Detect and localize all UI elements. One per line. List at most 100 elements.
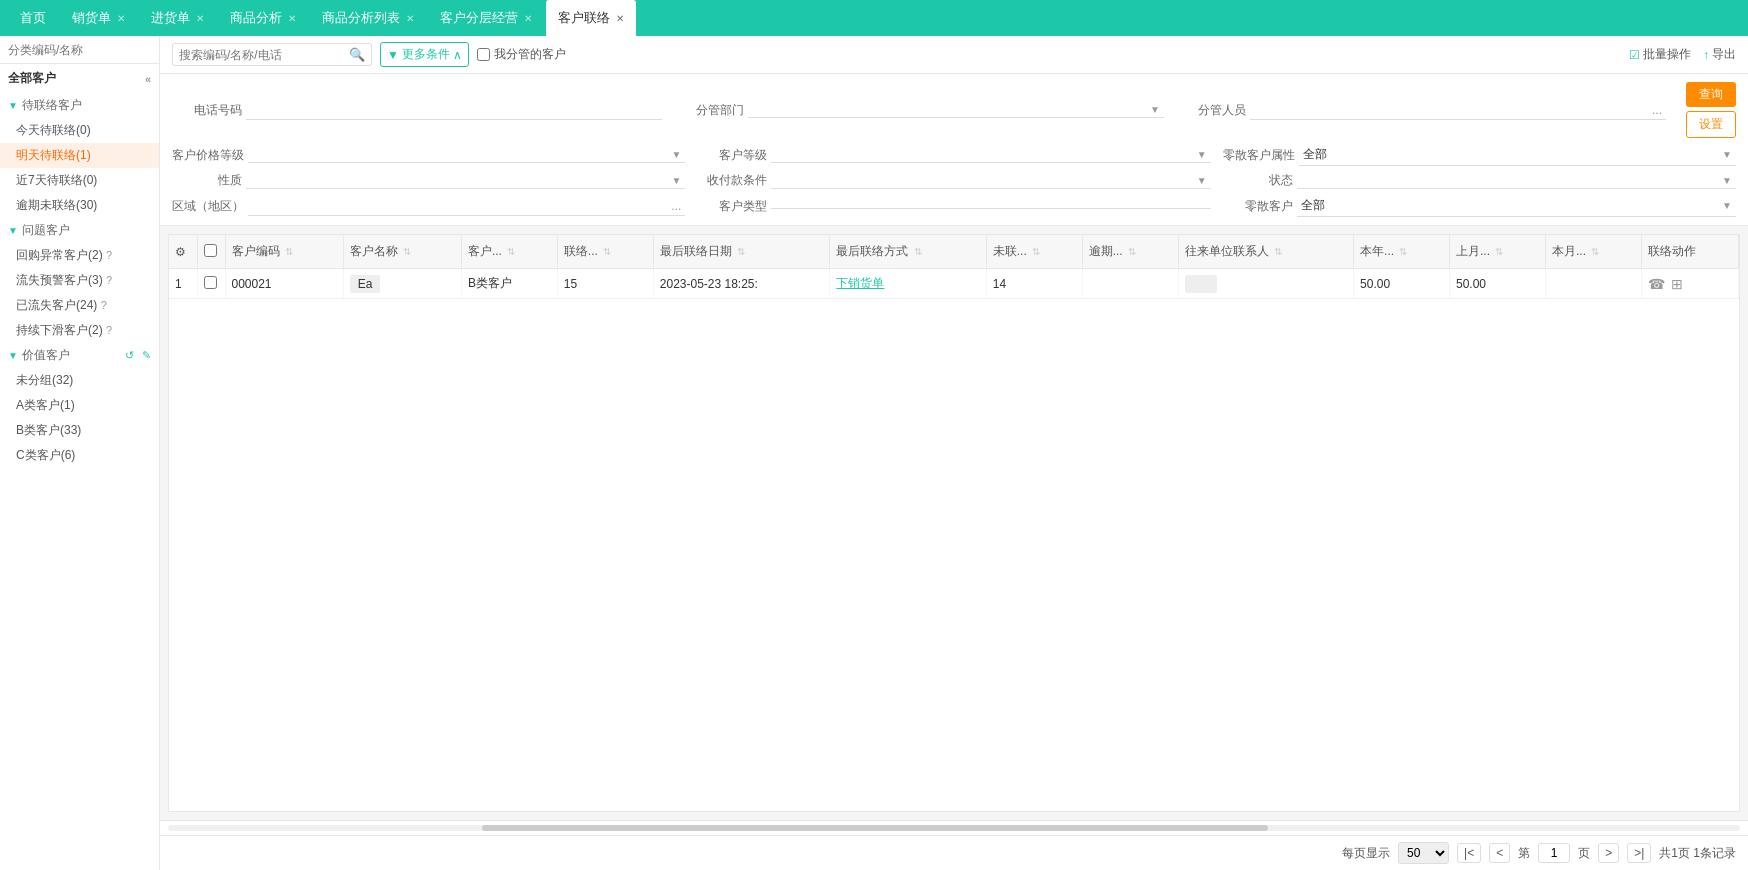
query-button[interactable]: 查询 xyxy=(1686,82,1736,107)
filter-retail-customer: 零散客户 全部 ▼ xyxy=(1223,195,1736,217)
nav-sales-close[interactable]: ✕ xyxy=(117,13,125,24)
export-button[interactable]: ↑ 导出 xyxy=(1703,46,1736,63)
scroll-thumb[interactable] xyxy=(482,825,1268,831)
nav-purchase-close[interactable]: ✕ xyxy=(196,13,204,24)
per-page-select[interactable]: 50 100 200 xyxy=(1398,842,1449,864)
my-customer-checkbox-area[interactable]: 我分管的客户 xyxy=(477,46,566,63)
row-unit-contact-masked xyxy=(1185,275,1217,293)
prev-page-btn[interactable]: < xyxy=(1489,843,1510,863)
filter-customer-type-select[interactable] xyxy=(771,204,1210,209)
filter-region-select[interactable]: ... xyxy=(248,197,685,216)
nav-sales[interactable]: 销货单 ✕ xyxy=(60,0,137,36)
scroll-track[interactable] xyxy=(168,825,1740,831)
row-last-method: 下销货单 xyxy=(830,269,986,299)
more-filter-button[interactable]: ▼ 更多条件 ∧ xyxy=(380,42,469,67)
nav-goods-analysis-close[interactable]: ✕ xyxy=(288,13,296,24)
sidebar-item-churned[interactable]: 已流失客户(24) ? xyxy=(0,293,159,318)
row-index: 1 xyxy=(169,269,197,299)
page-label: 第 xyxy=(1518,845,1530,862)
pending-group[interactable]: ▼ 待联络客户 xyxy=(0,93,159,118)
last-page-btn[interactable]: >| xyxy=(1627,843,1651,863)
filter-retail-customer-arrow: ▼ xyxy=(1722,200,1732,211)
filter-dept-arrow: ▼ xyxy=(1150,104,1160,115)
filter-retail-attr-arrow: ▼ xyxy=(1722,149,1732,160)
sidebar-item-overdue[interactable]: 逾期未联络(30) xyxy=(0,193,159,218)
collapse-icon: « xyxy=(145,73,151,85)
nav-customer-tier-close[interactable]: ✕ xyxy=(524,13,532,24)
sidebar-item-declining[interactable]: 持续下滑客户(2) ? xyxy=(0,318,159,343)
action-call-icon[interactable]: ☎ xyxy=(1648,276,1665,292)
set-button[interactable]: 设置 xyxy=(1686,111,1736,138)
filter-payment-arrow: ▼ xyxy=(1197,175,1207,186)
filter-status-select[interactable]: ▼ xyxy=(1297,173,1736,189)
nav-customer-contact[interactable]: 客户联络 ✕ xyxy=(546,0,636,36)
horizontal-scrollbar xyxy=(160,820,1748,835)
filter-status-arrow: ▼ xyxy=(1722,175,1732,186)
filter-dept-select[interactable]: ▼ xyxy=(748,102,1164,118)
sidebar-item-churn-warning[interactable]: 流失预警客户(3) ? xyxy=(0,268,159,293)
filter-icon: ▼ xyxy=(387,48,399,62)
filter-gender-select[interactable]: ▼ xyxy=(246,173,685,189)
sidebar-item-class-c[interactable]: C类客户(6) xyxy=(0,443,159,468)
problem-group[interactable]: ▼ 问题客户 xyxy=(0,218,159,243)
sidebar-item-week-pending[interactable]: 近7天待联络(0) xyxy=(0,168,159,193)
nav-purchase[interactable]: 进货单 ✕ xyxy=(139,0,216,36)
sidebar-search-input[interactable] xyxy=(8,43,158,57)
action-grid-icon[interactable]: ⊞ xyxy=(1671,276,1683,292)
all-customers-title[interactable]: 全部客户 « xyxy=(0,64,159,93)
nav-goods-analysis-list-close[interactable]: ✕ xyxy=(406,13,414,24)
toolbar-search-input[interactable] xyxy=(179,48,349,62)
filter-retail-customer-value: 全部 xyxy=(1301,197,1325,214)
filter-person-ellipsis[interactable]: ... xyxy=(1652,103,1662,117)
next-page-btn[interactable]: > xyxy=(1598,843,1619,863)
row-checkbox[interactable] xyxy=(204,276,217,289)
filter-region-ellipsis[interactable]: ... xyxy=(671,199,681,213)
nav-purchase-label: 进货单 xyxy=(151,9,190,27)
nav-goods-analysis-list[interactable]: 商品分析列表 ✕ xyxy=(310,0,426,36)
col-customer-type: 客户... ⇅ xyxy=(461,235,557,269)
filter-payment-select[interactable]: ▼ xyxy=(771,173,1210,189)
nav-goods-analysis-label: 商品分析 xyxy=(230,9,282,27)
my-customer-checkbox[interactable] xyxy=(477,48,490,61)
filter-retail-attr-select[interactable]: 全部 ▼ xyxy=(1299,144,1736,166)
settings-icon[interactable]: ⚙ xyxy=(175,245,186,259)
filter-customer-level-select[interactable]: ▼ xyxy=(771,147,1210,163)
sort-lastmonth-icon: ⇅ xyxy=(1495,246,1503,257)
first-page-btn[interactable]: |< xyxy=(1457,843,1481,863)
sidebar-item-class-b[interactable]: B类客户(33) xyxy=(0,418,159,443)
nav-sales-label: 销货单 xyxy=(72,9,111,27)
batch-op-button[interactable]: ☑ 批量操作 xyxy=(1629,46,1691,63)
value-group[interactable]: ▼ 价值客户 ↺ ✎ xyxy=(0,343,159,368)
nav-customer-tier[interactable]: 客户分层经营 ✕ xyxy=(428,0,544,36)
nav-goods-analysis[interactable]: 商品分析 ✕ xyxy=(218,0,308,36)
total-label: 共1页 1条记录 xyxy=(1659,845,1736,862)
sidebar-item-today-pending[interactable]: 今天待联络(0) xyxy=(0,118,159,143)
sidebar-item-repurchase-abnormal[interactable]: 回购异常客户(2) ? xyxy=(0,243,159,268)
filter-retail-customer-select[interactable]: 全部 ▼ xyxy=(1297,195,1736,217)
sidebar-item-class-a[interactable]: A类客户(1) xyxy=(0,393,159,418)
sort-year-icon: ⇅ xyxy=(1399,246,1407,257)
nav-customer-contact-label: 客户联络 xyxy=(558,9,610,27)
col-this-year: 本年... ⇅ xyxy=(1354,235,1450,269)
table-row: 1 000021 Ea B类客户 15 2023-05-23 18:25: 下销… xyxy=(169,269,1739,299)
row-overdue xyxy=(1082,269,1178,299)
page-input[interactable] xyxy=(1538,843,1570,863)
row-this-month xyxy=(1545,269,1641,299)
batch-check-icon: ☑ xyxy=(1629,48,1640,62)
nav-customer-contact-close[interactable]: ✕ xyxy=(616,13,624,24)
col-this-month: 本月... ⇅ xyxy=(1545,235,1641,269)
sidebar-item-tomorrow-pending[interactable]: 明天待联络(1) xyxy=(0,143,159,168)
filter-phone-input[interactable] xyxy=(246,101,662,120)
filter-price-level-label: 客户价格等级 xyxy=(172,147,244,164)
sort-method-icon: ⇅ xyxy=(914,246,922,257)
sidebar-item-ungrouped[interactable]: 未分组(32) xyxy=(0,368,159,393)
filter-person-select[interactable]: ... xyxy=(1250,101,1666,120)
toolbar-search-icon[interactable]: 🔍 xyxy=(349,47,365,62)
filter-dept-label: 分管部门 xyxy=(674,102,744,119)
nav-home[interactable]: 首页 xyxy=(8,0,58,36)
row-unit-contact xyxy=(1178,269,1353,299)
sidebar-search-area: 🔍 xyxy=(0,36,159,64)
filter-price-level-select[interactable]: ▼ xyxy=(248,147,685,163)
row-last-method-link[interactable]: 下销货单 xyxy=(836,276,884,290)
select-all-checkbox[interactable] xyxy=(204,244,217,257)
